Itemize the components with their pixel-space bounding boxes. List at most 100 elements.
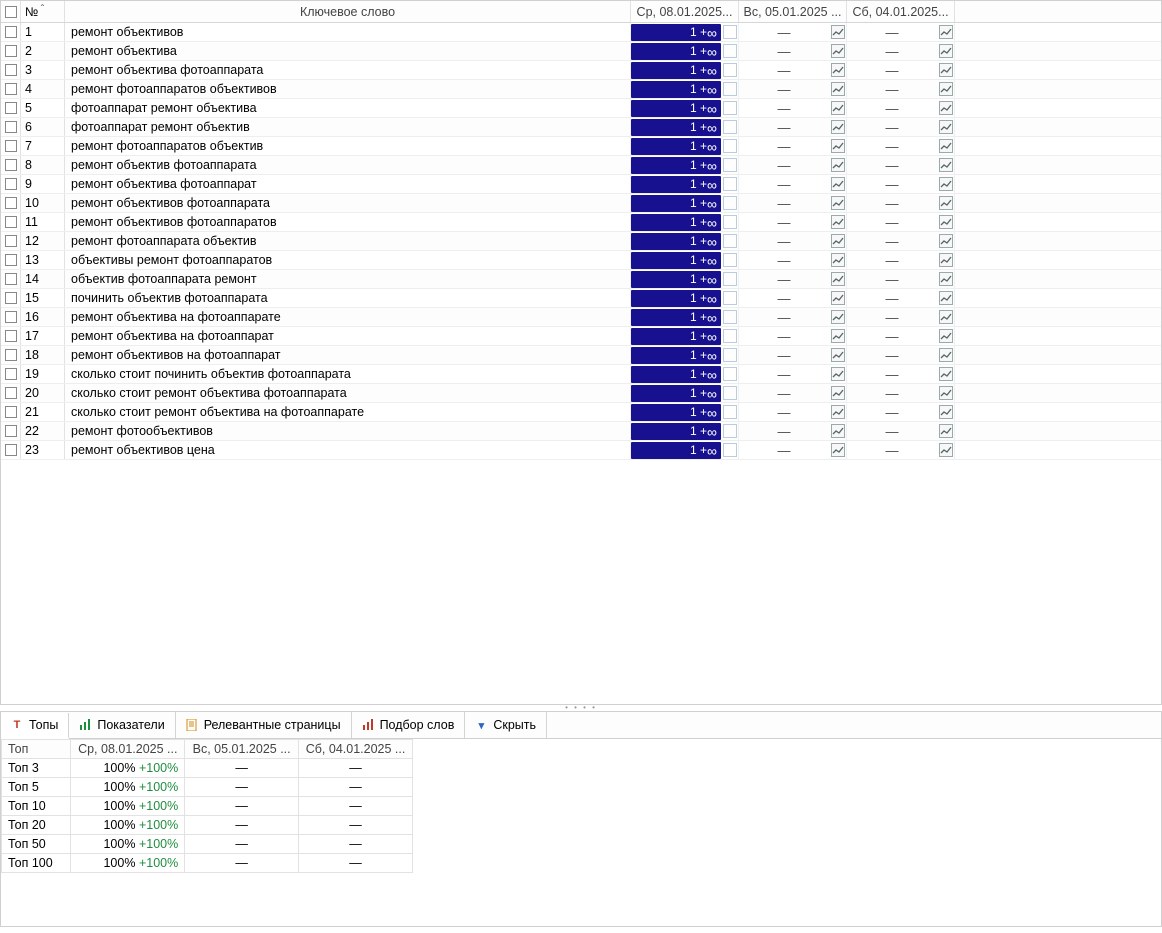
table-row[interactable]: 19сколько стоит починить объектив фотоап… (1, 365, 1161, 384)
spark-chart-icon[interactable] (939, 367, 953, 381)
checkbox-icon[interactable] (5, 292, 17, 304)
spark-chart-icon[interactable] (831, 329, 845, 343)
spark-chart-icon[interactable] (831, 291, 845, 305)
tab-hide[interactable]: ▾ Скрыть (465, 712, 547, 738)
checkbox-icon[interactable] (5, 64, 17, 76)
table-row[interactable]: 14объектив фотоаппарата ремонт1 +∞—— (1, 270, 1161, 289)
header-date-1[interactable]: Ср, 08.01.2025... (631, 1, 739, 22)
spark-chart-icon[interactable] (831, 348, 845, 362)
row-checkbox-cell[interactable] (1, 232, 21, 250)
checkbox-icon[interactable] (5, 159, 17, 171)
row-checkbox-cell[interactable] (1, 365, 21, 383)
spark-chart-icon[interactable] (723, 158, 737, 172)
row-checkbox-cell[interactable] (1, 42, 21, 60)
row-checkbox-cell[interactable] (1, 327, 21, 345)
spark-chart-icon[interactable] (723, 177, 737, 191)
spark-chart-icon[interactable] (723, 386, 737, 400)
tab-metrics[interactable]: Показатели (69, 712, 175, 738)
spark-chart-icon[interactable] (939, 405, 953, 419)
spark-chart-icon[interactable] (723, 443, 737, 457)
table-row[interactable]: 16ремонт объектива на фотоаппарате1 +∞—— (1, 308, 1161, 327)
checkbox-icon[interactable] (5, 216, 17, 228)
spark-chart-icon[interactable] (831, 158, 845, 172)
spark-chart-icon[interactable] (939, 443, 953, 457)
checkbox-icon[interactable] (5, 311, 17, 323)
spark-chart-icon[interactable] (939, 348, 953, 362)
header-checkbox-cell[interactable] (1, 1, 21, 22)
tops-header-d3[interactable]: Сб, 04.01.2025 ... (299, 740, 413, 759)
checkbox-icon[interactable] (5, 102, 17, 114)
checkbox-icon[interactable] (5, 273, 17, 285)
checkbox-icon[interactable] (5, 121, 17, 133)
spark-chart-icon[interactable] (723, 63, 737, 77)
checkbox-icon[interactable] (5, 349, 17, 361)
table-row[interactable]: 4ремонт фотоаппаратов объективов1 +∞—— (1, 80, 1161, 99)
spark-chart-icon[interactable] (939, 329, 953, 343)
spark-chart-icon[interactable] (723, 101, 737, 115)
spark-chart-icon[interactable] (831, 139, 845, 153)
spark-chart-icon[interactable] (939, 386, 953, 400)
spark-chart-icon[interactable] (723, 25, 737, 39)
spark-chart-icon[interactable] (939, 82, 953, 96)
spark-chart-icon[interactable] (939, 215, 953, 229)
spark-chart-icon[interactable] (831, 405, 845, 419)
spark-chart-icon[interactable] (831, 253, 845, 267)
checkbox-icon[interactable] (5, 254, 17, 266)
spark-chart-icon[interactable] (939, 196, 953, 210)
tab-word-picker[interactable]: Подбор слов (352, 712, 466, 738)
spark-chart-icon[interactable] (723, 348, 737, 362)
table-row[interactable]: 2ремонт объектива1 +∞—— (1, 42, 1161, 61)
row-checkbox-cell[interactable] (1, 213, 21, 231)
spark-chart-icon[interactable] (939, 101, 953, 115)
header-date-3[interactable]: Сб, 04.01.2025... (847, 1, 955, 22)
header-number[interactable]: ⌃ № (21, 1, 65, 22)
spark-chart-icon[interactable] (831, 272, 845, 286)
spark-chart-icon[interactable] (831, 386, 845, 400)
table-row[interactable]: 6фотоаппарат ремонт объектив1 +∞—— (1, 118, 1161, 137)
tab-relevant-pages[interactable]: Релевантные страницы (176, 712, 352, 738)
row-checkbox-cell[interactable] (1, 289, 21, 307)
spark-chart-icon[interactable] (831, 215, 845, 229)
spark-chart-icon[interactable] (939, 63, 953, 77)
table-row[interactable]: 12ремонт фотоаппарата объектив1 +∞—— (1, 232, 1161, 251)
row-checkbox-cell[interactable] (1, 194, 21, 212)
spark-chart-icon[interactable] (831, 367, 845, 381)
spark-chart-icon[interactable] (723, 82, 737, 96)
row-checkbox-cell[interactable] (1, 137, 21, 155)
table-row[interactable]: 18ремонт объективов на фотоаппарат1 +∞—— (1, 346, 1161, 365)
row-checkbox-cell[interactable] (1, 99, 21, 117)
table-row[interactable]: 17ремонт объектива на фотоаппарат1 +∞—— (1, 327, 1161, 346)
spark-chart-icon[interactable] (939, 424, 953, 438)
row-checkbox-cell[interactable] (1, 422, 21, 440)
spark-chart-icon[interactable] (939, 234, 953, 248)
row-checkbox-cell[interactable] (1, 61, 21, 79)
spark-chart-icon[interactable] (939, 120, 953, 134)
spark-chart-icon[interactable] (831, 82, 845, 96)
spark-chart-icon[interactable] (831, 44, 845, 58)
table-row[interactable]: 10ремонт объективов фотоаппарата1 +∞—— (1, 194, 1161, 213)
spark-chart-icon[interactable] (723, 291, 737, 305)
table-row[interactable]: 1ремонт объективов1 +∞—— (1, 23, 1161, 42)
spark-chart-icon[interactable] (831, 63, 845, 77)
spark-chart-icon[interactable] (723, 253, 737, 267)
spark-chart-icon[interactable] (831, 310, 845, 324)
checkbox-icon[interactable] (5, 45, 17, 57)
checkbox-icon[interactable] (5, 406, 17, 418)
table-row[interactable]: 20сколько стоит ремонт объектива фотоапп… (1, 384, 1161, 403)
spark-chart-icon[interactable] (939, 291, 953, 305)
spark-chart-icon[interactable] (939, 44, 953, 58)
tops-header-d2[interactable]: Вс, 05.01.2025 ... (185, 740, 299, 759)
table-row[interactable]: 8ремонт объектив фотоаппарата1 +∞—— (1, 156, 1161, 175)
row-checkbox-cell[interactable] (1, 23, 21, 41)
table-row[interactable]: 7ремонт фотоаппаратов объектив1 +∞—— (1, 137, 1161, 156)
checkbox-icon[interactable] (5, 6, 17, 18)
row-checkbox-cell[interactable] (1, 251, 21, 269)
row-checkbox-cell[interactable] (1, 308, 21, 326)
spark-chart-icon[interactable] (831, 120, 845, 134)
checkbox-icon[interactable] (5, 197, 17, 209)
spark-chart-icon[interactable] (831, 443, 845, 457)
checkbox-icon[interactable] (5, 444, 17, 456)
row-checkbox-cell[interactable] (1, 156, 21, 174)
tab-tops[interactable]: T Топы (1, 713, 69, 739)
tops-header-top[interactable]: Топ (2, 740, 71, 759)
